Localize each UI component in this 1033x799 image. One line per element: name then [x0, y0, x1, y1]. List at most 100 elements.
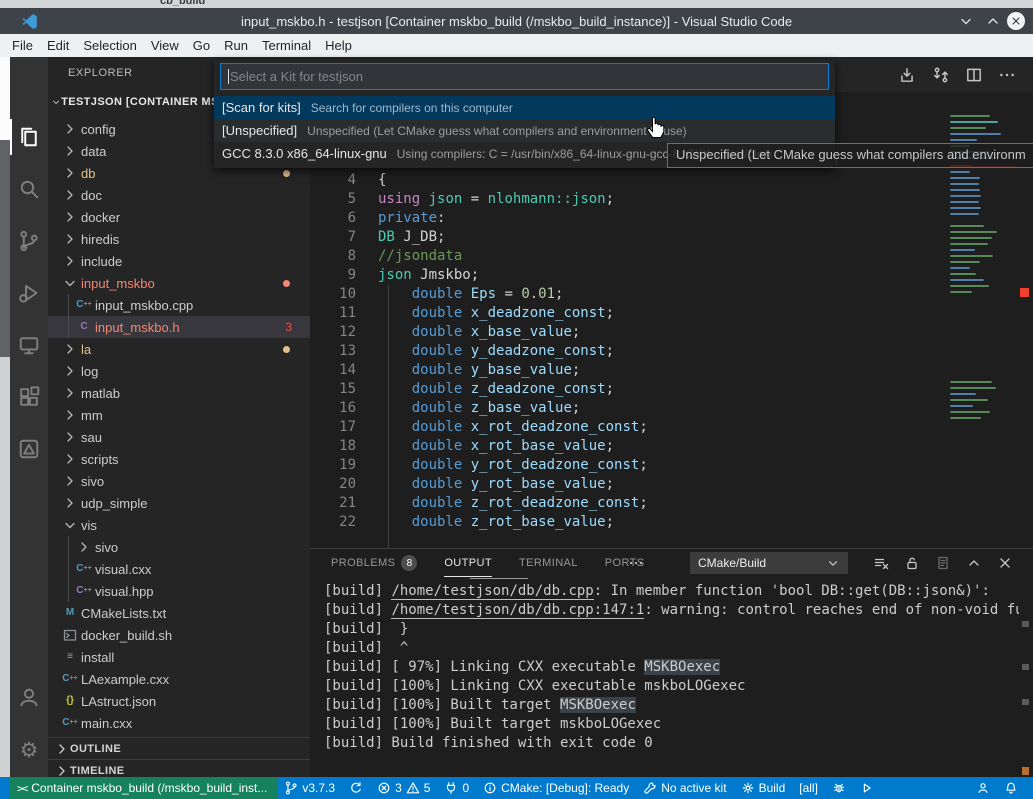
tree-folder-udp_simple[interactable]: udp_simple	[48, 492, 310, 514]
quickpick-input[interactable]: Select a Kit for testjson	[220, 63, 829, 90]
tree-folder-vis[interactable]: vis	[48, 514, 310, 536]
line-number[interactable]: 18	[310, 437, 356, 456]
menu-item-go[interactable]: Go	[186, 38, 217, 53]
tree-folder-sivo[interactable]: sivo	[48, 470, 310, 492]
extensions-icon[interactable]	[17, 385, 41, 409]
code-line[interactable]: 17 double x_rot_deadzone_const;	[310, 418, 1033, 437]
menu-item-help[interactable]: Help	[318, 38, 359, 53]
close-icon[interactable]	[1007, 12, 1025, 30]
output-file-link[interactable]: /home/testjson/db/db.cpp	[391, 583, 594, 600]
tree-folder-hiredis[interactable]: hiredis	[48, 228, 310, 250]
tree-folder-sivo[interactable]: sivo	[48, 536, 310, 558]
line-number[interactable]: 4	[310, 171, 356, 190]
line-number[interactable]: 11	[310, 304, 356, 323]
status-item-build[interactable]: Build	[734, 777, 793, 799]
unlock-icon[interactable]	[904, 555, 920, 571]
menu-item-run[interactable]: Run	[217, 38, 255, 53]
tree-file-install[interactable]: ≡ install	[48, 646, 310, 668]
code-line[interactable]: 22 double z_rot_base_value;	[310, 513, 1033, 532]
line-number[interactable]: 7	[310, 228, 356, 247]
explorer-icon[interactable]	[10, 119, 41, 155]
tree-file-visual.cxx[interactable]: C++ visual.cxx	[48, 558, 310, 580]
panel-tab-problems[interactable]: PROBLEMS 8	[331, 550, 418, 577]
code-line[interactable]: 6 private:	[310, 209, 1033, 228]
status-item-debug[interactable]	[825, 777, 853, 799]
line-number[interactable]: 16	[310, 399, 356, 418]
code-line[interactable]: 16 double z_base_value;	[310, 399, 1033, 418]
cmake-tools-icon[interactable]	[17, 437, 41, 461]
code-line[interactable]: 13 double y_deadzone_const;	[310, 342, 1033, 361]
line-number[interactable]: 14	[310, 361, 356, 380]
line-number[interactable]: 8	[310, 247, 356, 266]
status-item-active-kit[interactable]: No active kit	[636, 777, 733, 799]
tree-file-docker_build.sh[interactable]: docker_build.sh	[48, 624, 310, 646]
code-line[interactable]: 20 double y_rot_base_value;	[310, 475, 1033, 494]
tree-folder-input_mskbo[interactable]: input_mskbo	[48, 272, 310, 294]
line-number[interactable]: 12	[310, 323, 356, 342]
source-control-icon[interactable]	[17, 229, 41, 253]
tree-folder-la[interactable]: la	[48, 338, 310, 360]
menu-item-file[interactable]: File	[5, 38, 40, 53]
code-line[interactable]: 18 double x_rot_base_value;	[310, 437, 1033, 456]
close-panel-icon[interactable]	[997, 555, 1013, 571]
minimize-icon[interactable]	[958, 13, 974, 29]
section-outline[interactable]: OUTLINE	[48, 737, 310, 759]
code-line[interactable]: 14 double y_base_value;	[310, 361, 1033, 380]
tree-folder-scripts[interactable]: scripts	[48, 448, 310, 470]
quickpick-item[interactable]: [Scan for kits] Search for compilers on t…	[214, 96, 835, 119]
code-line[interactable]: 15 double z_deadzone_const;	[310, 380, 1033, 399]
code-line[interactable]: 10 double Eps = 0.01;	[310, 285, 1033, 304]
tree-file-visual.hpp[interactable]: C++ visual.hpp	[48, 580, 310, 602]
status-item-build-target[interactable]: [all]	[792, 777, 825, 799]
output-channel-select[interactable]: CMake/Build	[690, 552, 848, 574]
line-number[interactable]: 5	[310, 190, 356, 209]
status-item-cmake-status[interactable]: CMake: [Debug]: Ready	[476, 777, 636, 799]
tree-file-input_mskbo.cpp[interactable]: C++ input_mskbo.cpp	[48, 294, 310, 316]
run-task-icon[interactable]	[898, 66, 916, 84]
status-item-feedback[interactable]	[969, 777, 997, 799]
tree-folder-docker[interactable]: docker	[48, 206, 310, 228]
remote-explorer-icon[interactable]	[17, 333, 41, 357]
tree-folder-matlab[interactable]: matlab	[48, 382, 310, 404]
line-number[interactable]: 21	[310, 494, 356, 513]
output-console[interactable]: [build] /home/testjson/db/db.cpp: In mem…	[324, 577, 1019, 777]
code-line[interactable]: 8 //jsondata	[310, 247, 1033, 266]
split-editor-icon[interactable]	[965, 66, 983, 84]
panel-tab-output[interactable]: OUTPUT	[444, 550, 492, 577]
line-number[interactable]: 17	[310, 418, 356, 437]
panel-tab-terminal[interactable]: TERMINAL	[519, 550, 578, 577]
line-number[interactable]: 6	[310, 209, 356, 228]
tree-folder-doc[interactable]: doc	[48, 184, 310, 206]
run-and-debug-icon[interactable]	[17, 281, 41, 305]
tree-file-lastruct.json[interactable]: {} LAstruct.json	[48, 690, 310, 712]
compare-changes-icon[interactable]	[932, 66, 950, 84]
line-number[interactable]: 15	[310, 380, 356, 399]
status-item-git-branch-version[interactable]: v3.7.3	[277, 777, 342, 799]
code-line[interactable]: 7 DB J_DB;	[310, 228, 1033, 247]
tree-file-main.cxx[interactable]: C++ main.cxx	[48, 712, 310, 734]
menu-item-selection[interactable]: Selection	[76, 38, 143, 53]
status-item-notifications[interactable]	[997, 777, 1025, 799]
maximize-panel-icon[interactable]	[966, 555, 982, 571]
line-number[interactable]: 19	[310, 456, 356, 475]
search-icon[interactable]	[17, 177, 41, 201]
tree-file-laexample.cxx[interactable]: C++ LAexample.cxx	[48, 668, 310, 690]
tree-folder-include[interactable]: include	[48, 250, 310, 272]
more-panel-views-icon[interactable]	[628, 555, 644, 571]
line-number[interactable]: 10	[310, 285, 356, 304]
quickpick-item[interactable]: [Unspecified] Unspecified (Let CMake gues…	[214, 119, 835, 142]
code-line[interactable]: 19 double y_rot_deadzone_const;	[310, 456, 1033, 475]
line-number[interactable]: 9	[310, 266, 356, 285]
line-number[interactable]: 13	[310, 342, 356, 361]
output-file-link[interactable]: /home/testjson/db/db.cpp:147:1	[391, 602, 645, 619]
code-line[interactable]: 4{	[310, 171, 1033, 190]
menu-item-view[interactable]: View	[144, 38, 186, 53]
menu-item-terminal[interactable]: Terminal	[255, 38, 318, 53]
code-line[interactable]: 11 double x_deadzone_const;	[310, 304, 1033, 323]
status-item-sync[interactable]	[342, 777, 370, 799]
tree-file-input_mskbo.h[interactable]: Cinput_mskbo.h 3	[48, 316, 310, 338]
account-icon[interactable]	[17, 685, 41, 709]
tree-folder-log[interactable]: log	[48, 360, 310, 382]
open-output-file-icon[interactable]	[935, 555, 951, 571]
remote-indicator[interactable]: >< Container mskbo_build (/mskbo_build_i…	[10, 777, 278, 799]
